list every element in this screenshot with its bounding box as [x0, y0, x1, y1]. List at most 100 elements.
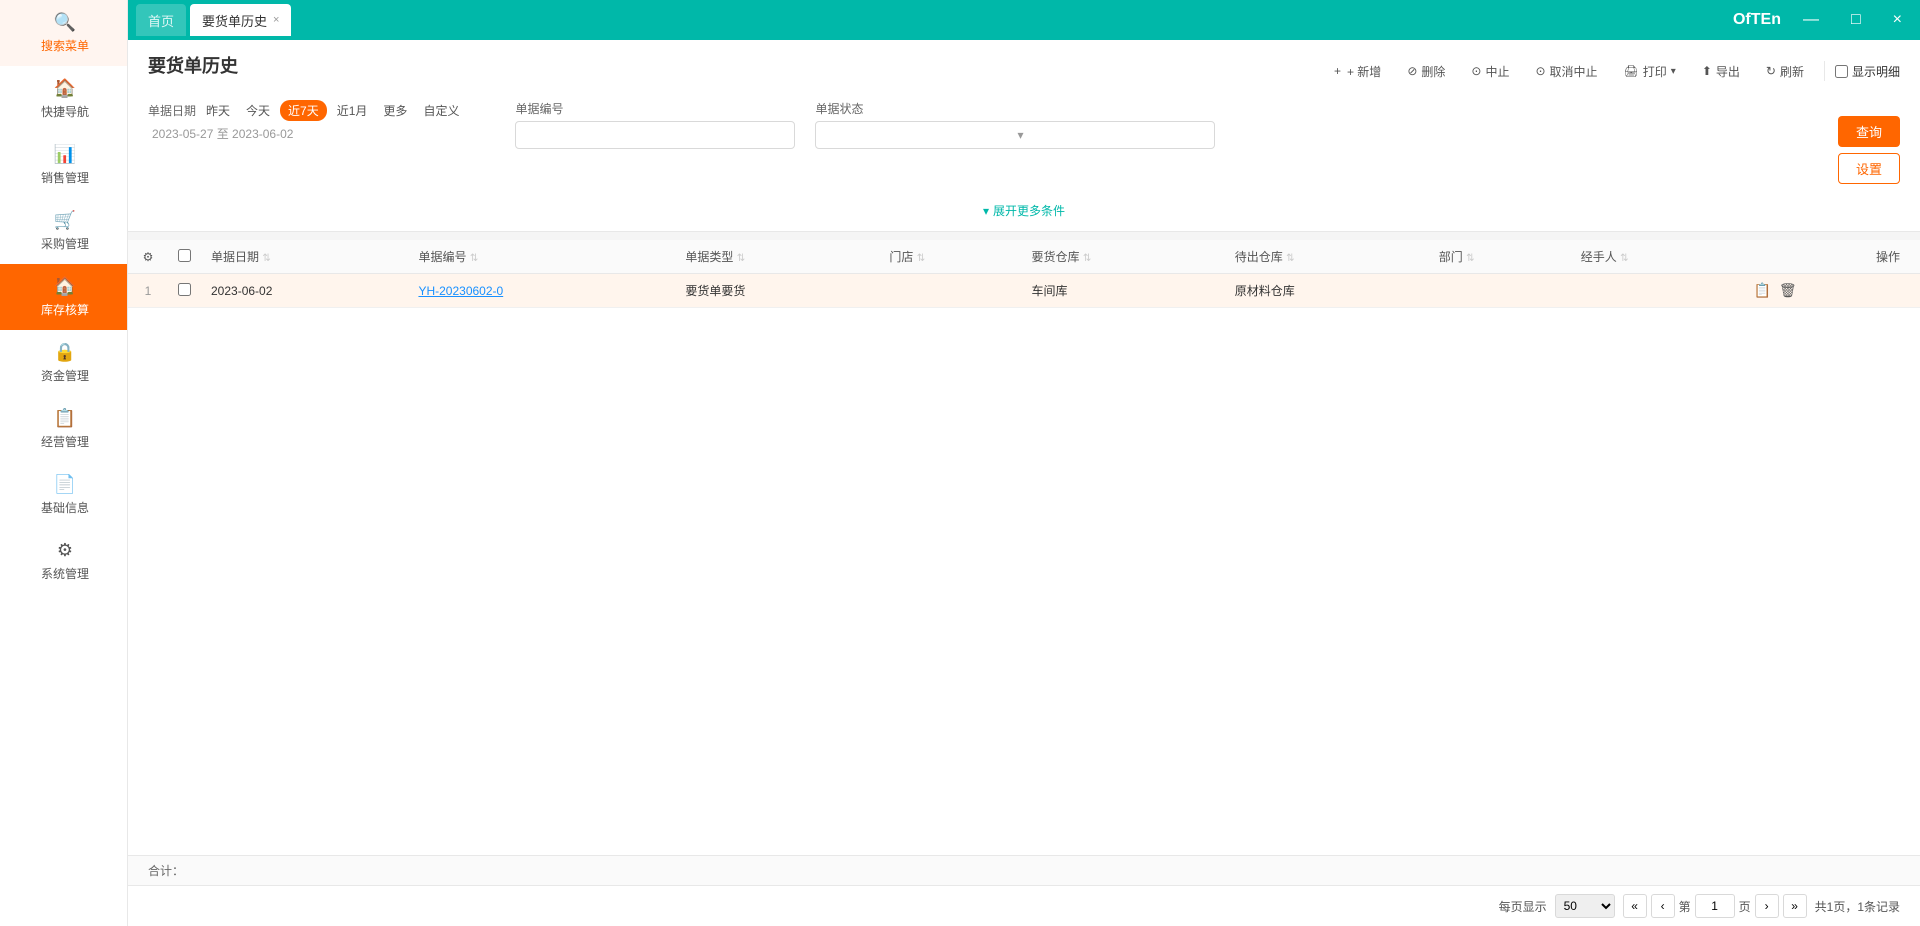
search-menu-icon: 🔍 [54, 12, 76, 33]
page-size-select[interactable]: 20 50 100 [1555, 894, 1615, 918]
col-request-warehouse[interactable]: 要货仓库 ⇅ [1021, 240, 1224, 274]
display-detail-input[interactable] [1835, 65, 1848, 78]
print-dropdown-icon: ▾ [1671, 66, 1676, 77]
export-button[interactable]: ⬆ 导出 [1692, 59, 1750, 84]
row-delete-icon-1[interactable]: 🗑 [1779, 282, 1797, 299]
finance-mgmt-icon: 🔒 [54, 342, 76, 363]
delete-button[interactable]: ⊘ 删除 [1397, 59, 1455, 84]
window-minimize[interactable]: — [1793, 7, 1829, 33]
table-wrap: ⚙ 单据日期 ⇅ 单据编号 ⇅ [128, 240, 1920, 855]
print-button[interactable]: 🖨 打印 ▾ [1614, 59, 1686, 84]
next-page-button[interactable]: › [1755, 894, 1779, 918]
col-bill-no[interactable]: 单据编号 ⇅ [408, 240, 675, 274]
sort-bill-type-icon: ⇅ [737, 253, 745, 264]
prev-page-button[interactable]: ‹ [1651, 894, 1675, 918]
select-all-checkbox[interactable] [178, 249, 191, 262]
row-checkbox-1[interactable] [168, 274, 201, 308]
col-store[interactable]: 门店 ⇅ [879, 240, 1021, 274]
table-settings-icon[interactable]: ⚙ [143, 250, 154, 264]
row-edit-icon-1[interactable]: 📋 [1753, 282, 1770, 299]
last-page-button[interactable]: » [1783, 894, 1807, 918]
col-pending-warehouse[interactable]: 待出仓库 ⇅ [1225, 240, 1429, 274]
row-pend-wh-1: 原材料仓库 [1225, 274, 1429, 308]
suspend-button[interactable]: ⊙ 中止 [1461, 59, 1519, 84]
brand-label: OfTEn [1733, 11, 1781, 29]
sidebar-item-basic-info[interactable]: 📄 基础信息 [0, 462, 127, 528]
new-icon: + [1334, 64, 1341, 78]
query-button[interactable]: 查询 [1838, 116, 1900, 147]
table-row[interactable]: 1 2023-06-02 YH-20230602-0 要货单要货 车间库 原材料… [128, 274, 1920, 308]
bill-no-input[interactable] [515, 121, 795, 149]
settings-button[interactable]: 设置 [1838, 153, 1900, 184]
row-action-1: 📋 🗑 [1743, 274, 1920, 308]
date-btn-more[interactable]: 更多 [377, 100, 413, 121]
col-settings[interactable]: ⚙ [128, 240, 168, 274]
new-button[interactable]: + + 新增 [1324, 59, 1391, 84]
table-footer: 合计： [128, 855, 1920, 885]
data-table: ⚙ 单据日期 ⇅ 单据编号 ⇅ [128, 240, 1920, 308]
row-handler-1 [1571, 274, 1744, 308]
window-close[interactable]: × [1883, 7, 1912, 33]
tab-home[interactable]: 首页 [136, 4, 186, 36]
sidebar-item-sales-mgmt[interactable]: 📊 销售管理 [0, 132, 127, 198]
col-bill-type[interactable]: 单据类型 ⇅ [675, 240, 879, 274]
bill-status-label: 单据状态 [815, 100, 1215, 117]
col-action: 操作 [1743, 240, 1920, 274]
sort-pend-wh-icon: ⇅ [1286, 253, 1294, 264]
page-title: 要货单历史 [148, 52, 238, 78]
col-department[interactable]: 部门 ⇅ [1429, 240, 1571, 274]
export-icon: ⬆ [1702, 64, 1712, 78]
page-input[interactable] [1695, 894, 1735, 918]
page-unit: 页 [1739, 898, 1751, 915]
print-icon: 🖨 [1624, 64, 1639, 78]
cancel-suspend-icon: ⊙ [1535, 64, 1545, 78]
page-header: 要货单历史 + + 新增 ⊘ 删除 ⊙ 中止 [128, 40, 1920, 232]
date-btn-yesterday[interactable]: 昨天 [200, 100, 236, 121]
date-btn-7days[interactable]: 近7天 [280, 100, 327, 121]
row-dept-1 [1429, 274, 1571, 308]
row-num-1: 1 [128, 274, 168, 308]
sort-date-icon: ⇅ [262, 253, 270, 264]
expand-more-button[interactable]: ▾ 展开更多条件 [971, 198, 1077, 223]
row-select-1[interactable] [178, 283, 191, 296]
display-detail-checkbox[interactable]: 显示明细 [1835, 63, 1900, 80]
refresh-button[interactable]: ↻ 刷新 [1756, 59, 1814, 84]
topbar: 首页 要货单历史 × OfTEn — □ × [128, 0, 1920, 40]
row-date-1: 2023-06-02 [201, 274, 408, 308]
col-handler[interactable]: 经手人 ⇅ [1571, 240, 1744, 274]
sidebar-item-purchase-mgmt[interactable]: 🛒 采购管理 [0, 198, 127, 264]
sidebar-item-quick-nav[interactable]: 🏠 快捷导航 [0, 66, 127, 132]
purchase-mgmt-icon: 🛒 [54, 210, 76, 231]
sidebar-item-system-mgmt[interactable]: ⚙ 系统管理 [0, 528, 127, 594]
bill-status-select[interactable]: ▾ [815, 121, 1215, 149]
total-info: 共1页，1条记录 [1815, 898, 1900, 915]
page-size-label: 每页显示 [1499, 898, 1547, 915]
expand-icon: ▾ [983, 204, 989, 218]
sidebar-item-search-menu[interactable]: 🔍 搜索菜单 [0, 0, 127, 66]
sort-store-icon: ⇅ [917, 253, 925, 264]
col-checkbox [168, 240, 201, 274]
basic-info-icon: 📄 [54, 474, 76, 495]
sidebar-item-finance-mgmt[interactable]: 🔒 资金管理 [0, 330, 127, 396]
date-btn-today[interactable]: 今天 [240, 100, 276, 121]
first-page-button[interactable]: « [1623, 894, 1647, 918]
sidebar-item-inventory-calc[interactable]: 🏠 库存核算 [0, 264, 127, 330]
sort-bill-no-icon: ⇅ [470, 253, 478, 264]
bill-no-label: 单据编号 [515, 100, 795, 117]
tab-bill-history[interactable]: 要货单历史 × [190, 4, 291, 36]
close-tab-icon[interactable]: × [273, 14, 279, 26]
window-maximize[interactable]: □ [1841, 7, 1871, 33]
col-date[interactable]: 单据日期 ⇅ [201, 240, 408, 274]
row-bill-no-1[interactable]: YH-20230602-0 [408, 274, 675, 308]
sort-req-wh-icon: ⇅ [1083, 253, 1091, 264]
sidebar: 🔍 搜索菜单 🏠 快捷导航 📊 销售管理 🛒 采购管理 🏠 库存核算 🔒 资金管… [0, 0, 128, 926]
refresh-icon: ↻ [1766, 64, 1776, 78]
page-nav: « ‹ 第 页 › » [1623, 894, 1807, 918]
date-btn-1month[interactable]: 近1月 [331, 100, 374, 121]
row-store-1 [879, 274, 1021, 308]
cancel-suspend-button[interactable]: ⊙ 取消中止 [1525, 59, 1607, 84]
date-btn-custom[interactable]: 自定义 [417, 100, 465, 121]
sidebar-item-operations-mgmt[interactable]: 📋 经营管理 [0, 396, 127, 462]
pagination: 每页显示 20 50 100 « ‹ 第 页 › » 共1页，1条记录 [128, 885, 1920, 926]
goto-label: 第 [1679, 898, 1691, 915]
